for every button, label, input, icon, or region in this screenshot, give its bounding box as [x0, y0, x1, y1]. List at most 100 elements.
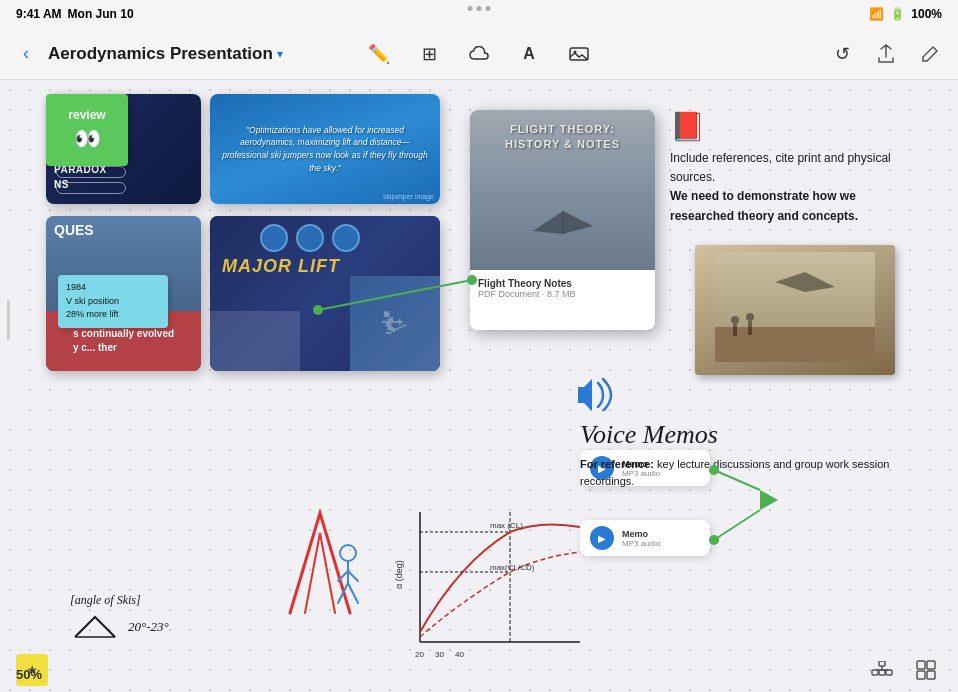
svg-marker-7 [760, 490, 778, 510]
glider-icon [523, 196, 603, 255]
slide4-circles [260, 224, 360, 252]
slide2-credit: skijumper image [383, 193, 434, 200]
svg-line-6 [714, 510, 760, 540]
slide3-label: QUES [54, 222, 94, 238]
flight-theory-cover: FLIGHT THEORY:HISTORY & NOTES [470, 110, 655, 270]
memo-2-info: Memo MP3 audio [622, 529, 700, 548]
slide2-bg: "Optimizations have allowed for increase… [210, 94, 440, 204]
voice-memos-desc-bold: For reference: [580, 458, 654, 470]
svg-text:max (CL): max (CL) [490, 521, 523, 530]
historical-photo [695, 245, 895, 375]
slide4-graph-area [210, 311, 300, 371]
svg-point-15 [746, 313, 754, 321]
edit-markup-icon[interactable] [914, 38, 946, 70]
skier-circle-1 [260, 224, 288, 252]
svg-text:max(CL/CD): max(CL/CD) [490, 563, 535, 572]
bottom-toolbar: 50% ★ [0, 648, 958, 692]
svg-rect-14 [733, 324, 737, 336]
svg-point-9 [709, 535, 719, 545]
sound-icon-area [570, 375, 614, 419]
document-title: Aerodynamics Presentation [48, 44, 273, 64]
sticky-year: 1984 [66, 281, 160, 295]
sticky-1984-note[interactable]: 1984 V ski position 28% more lift [58, 275, 168, 328]
photo-content [695, 245, 895, 375]
battery-icon: 🔋 [890, 7, 905, 21]
sticky-position: V ski position [66, 295, 160, 309]
history-icon[interactable]: ↺ [826, 38, 858, 70]
status-right: 📶 🔋 100% [869, 7, 942, 21]
bottom-right-area [866, 654, 942, 686]
svg-rect-29 [879, 661, 885, 666]
angle-annotation: [angle of Skis] 20°-23° [70, 593, 169, 642]
slide2-quote-text: "Optimizations have allowed for increase… [222, 124, 428, 175]
notes-bold-text: We need to demonstrate how we researched… [670, 189, 858, 222]
share-icon[interactable] [870, 38, 902, 70]
notes-reference-card: 📕 Include references, cite print and phy… [670, 110, 900, 226]
book-icon: 📕 [670, 110, 900, 143]
voice-memos-description: For reference: key lecture discussions a… [580, 456, 900, 489]
slide2-overlay: "Optimizations have allowed for increase… [210, 94, 440, 204]
flight-theory-info: Flight Theory Notes PDF Document · 8.7 M… [470, 270, 655, 307]
angle-label: [angle of Skis] [70, 593, 169, 608]
hierarchy-icon[interactable] [866, 654, 898, 686]
svg-rect-34 [886, 670, 892, 675]
svg-rect-37 [917, 671, 925, 679]
memo-2-play-button[interactable]: ▶ [590, 526, 614, 550]
document-title-area[interactable]: Aerodynamics Presentation ▾ [48, 44, 283, 64]
ski-shape-area [260, 503, 380, 627]
grid-view-bottom-icon[interactable] [910, 654, 942, 686]
toolbar: ‹ Aerodynamics Presentation ▾ ✏️ ⊞ A ↺ [0, 28, 958, 80]
grid-view-icon[interactable]: ⊞ [413, 38, 445, 70]
left-edge-indicator [0, 220, 16, 420]
toolbar-right: ↺ [640, 38, 946, 70]
title-chevron-icon: ▾ [277, 47, 283, 61]
slide4-skier-img: ⛷ [350, 276, 440, 371]
voice-memos-title: Voice Memos [580, 420, 900, 450]
angle-value-row: 20°-23° [70, 612, 169, 642]
svg-point-17 [340, 545, 356, 561]
memo-card-2[interactable]: ▶ Memo MP3 audio [580, 520, 710, 556]
status-date: Mon Jun 10 [68, 7, 134, 21]
toolbar-left: ‹ Aerodynamics Presentation ▾ [12, 40, 318, 68]
status-bar: 9:41 AM Mon Jun 10 📶 🔋 100% [0, 0, 958, 28]
memo-2-label: Memo [622, 529, 700, 539]
slide-quote[interactable]: "Optimizations have allowed for increase… [210, 94, 440, 204]
toolbar-center: ✏️ ⊞ A [326, 38, 632, 70]
major-lift-title: MAJOR LIFT [222, 256, 340, 277]
back-button[interactable]: ‹ [12, 40, 40, 68]
flight-theory-title: FLIGHT THEORY:HISTORY & NOTES [505, 122, 620, 153]
notes-text: Include references, cite print and physi… [670, 149, 900, 226]
flight-theory-file-name: Flight Theory Notes [478, 278, 647, 289]
bottom-left-area: 50% ★ [16, 654, 48, 686]
skier-circle-3 [332, 224, 360, 252]
skier-circle-2 [296, 224, 324, 252]
notes-regular-text: Include references, cite print and physi… [670, 151, 891, 184]
angle-degrees: 20°-23° [128, 619, 169, 635]
cloud-icon[interactable] [463, 38, 495, 70]
battery-percent: 100% [911, 7, 942, 21]
svg-rect-32 [872, 670, 878, 675]
status-time: 9:41 AM [16, 7, 62, 21]
graph-area: α (deg) 20 30 40 max (CL) max(CL/CD) [390, 502, 590, 662]
svg-text:α (deg): α (deg) [394, 560, 404, 589]
slide-major-lift[interactable]: MAJOR LIFT ⛷ [210, 216, 440, 371]
flight-theory-card[interactable]: FLIGHT THEORY:HISTORY & NOTES Flight The… [470, 110, 655, 330]
flight-theory-file-type: PDF Document · 8.7 MB [478, 289, 647, 299]
review-eyes-icon: 👀 [74, 126, 101, 152]
svg-rect-38 [927, 671, 935, 679]
sticky-review-note[interactable]: review 👀 [46, 94, 128, 166]
svg-point-13 [731, 316, 739, 324]
text-format-icon[interactable]: A [513, 38, 545, 70]
svg-rect-36 [927, 661, 935, 669]
photo-figures-icon [715, 252, 875, 368]
sticky-review-label: review [68, 108, 105, 122]
zoom-level: 50% [16, 667, 42, 682]
pencil-icon[interactable]: ✏️ [363, 38, 395, 70]
svg-rect-35 [917, 661, 925, 669]
sticky-lift: 28% more lift [66, 308, 160, 322]
memo-2-type: MP3 audio [622, 539, 700, 548]
three-dots-indicator [468, 0, 491, 17]
image-icon[interactable] [563, 38, 595, 70]
slide3-red-text: s continually evolvedy c... ther [69, 323, 178, 359]
sticky-1984-content: 1984 V ski position 28% more lift [66, 281, 160, 322]
